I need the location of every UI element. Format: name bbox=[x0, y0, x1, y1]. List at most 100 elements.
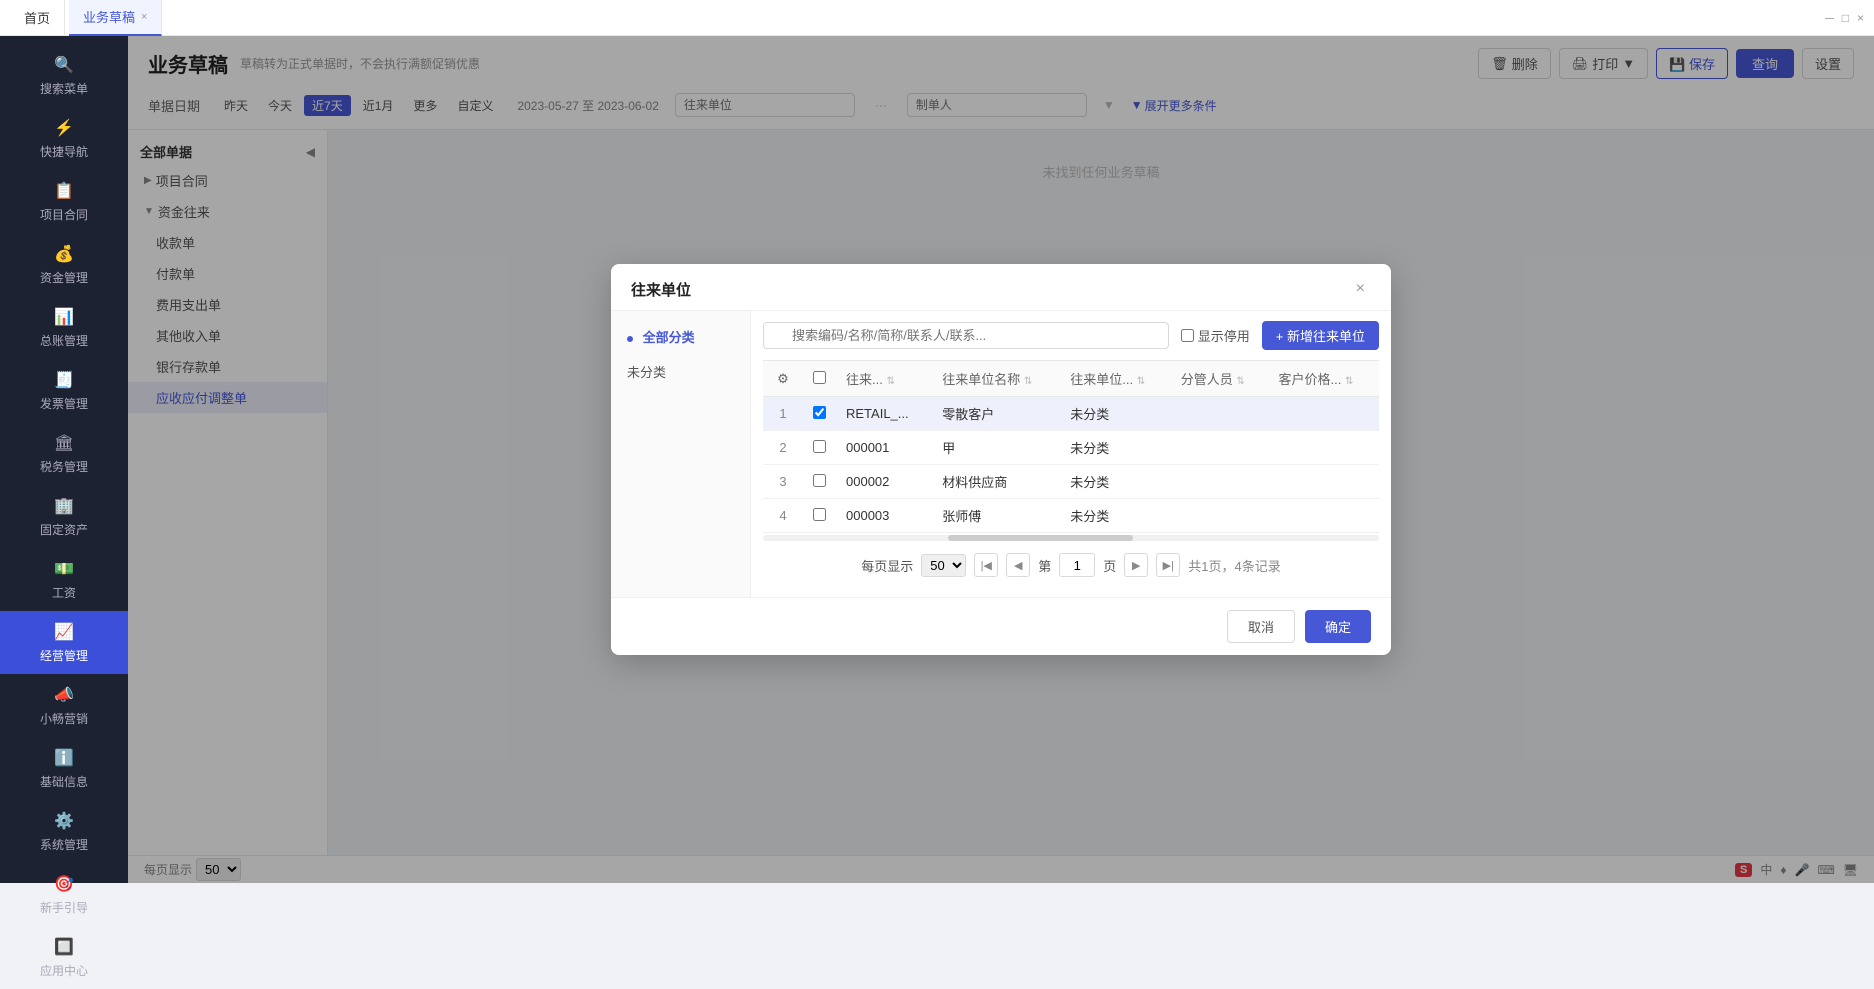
sidebar-label-search: 搜索菜单 bbox=[40, 80, 88, 97]
sidebar-item-quicknav[interactable]: ⚡ 快捷导航 bbox=[0, 107, 128, 170]
horizontal-scrollbar[interactable] bbox=[763, 533, 1379, 543]
invoice-icon: 🧾 bbox=[53, 369, 75, 391]
row-salesman bbox=[1171, 397, 1269, 431]
tab-draft-label: 业务草稿 bbox=[83, 7, 135, 26]
row-name: 零散客户 bbox=[932, 397, 1060, 431]
per-page-select[interactable]: 50 bbox=[921, 554, 966, 577]
sidebar-label-guide: 新手引导 bbox=[40, 899, 88, 916]
show-disabled-toggle[interactable]: 显示停用 bbox=[1181, 326, 1250, 345]
row-price-level bbox=[1269, 465, 1379, 499]
sidebar-item-accounts[interactable]: 📊 总账管理 bbox=[0, 296, 128, 359]
sort-icon-code[interactable]: ⇅ bbox=[886, 376, 894, 387]
maximize-icon[interactable]: □ bbox=[1842, 11, 1849, 25]
table-header-row: ⚙ 往来... ⇅ bbox=[763, 361, 1379, 397]
dialog-body: 全部分类 未分类 🔍 bbox=[611, 311, 1391, 597]
sidebar-label-quicknav: 快捷导航 bbox=[40, 143, 88, 160]
sidebar: 🔍 搜索菜单 ⚡ 快捷导航 📋 项目合同 💰 资金管理 📊 总账管理 🧾 发票管… bbox=[0, 36, 128, 883]
row-checkbox[interactable] bbox=[813, 406, 826, 419]
dialog-category-all[interactable]: 全部分类 bbox=[611, 319, 750, 354]
table-row[interactable]: 4 000003 张师傅 未分类 bbox=[763, 499, 1379, 533]
show-disabled-checkbox[interactable] bbox=[1181, 329, 1194, 342]
th-category: 往来单位... ⇅ bbox=[1060, 361, 1170, 397]
sidebar-label-tax: 税务管理 bbox=[40, 458, 88, 475]
minimize-icon[interactable]: ─ bbox=[1825, 11, 1834, 25]
th-settings[interactable]: ⚙ bbox=[763, 361, 803, 397]
close-window-icon[interactable]: × bbox=[1857, 11, 1864, 25]
tab-home[interactable]: 首页 bbox=[10, 0, 65, 36]
search-icon: 🔍 bbox=[53, 54, 75, 76]
page-next-button[interactable]: ▶ bbox=[1124, 553, 1148, 577]
select-all-checkbox[interactable] bbox=[813, 371, 826, 384]
tab-close-icon[interactable]: × bbox=[141, 11, 147, 23]
sort-icon-category[interactable]: ⇅ bbox=[1137, 376, 1145, 387]
table-row[interactable]: 3 000002 材料供应商 未分类 bbox=[763, 465, 1379, 499]
row-name: 材料供应商 bbox=[932, 465, 1060, 499]
sidebar-label-system: 系统管理 bbox=[40, 836, 88, 853]
sidebar-label-assets: 固定资产 bbox=[40, 521, 88, 538]
sidebar-label-finance: 资金管理 bbox=[40, 269, 88, 286]
sidebar-item-tax[interactable]: 🏛 税务管理 bbox=[0, 422, 128, 485]
row-salesman bbox=[1171, 499, 1269, 533]
basic-icon: ℹ️ bbox=[53, 747, 75, 769]
row-code: 000001 bbox=[836, 431, 932, 465]
dialog-table: ⚙ 往来... ⇅ bbox=[763, 360, 1379, 533]
row-checkbox[interactable] bbox=[813, 474, 826, 487]
page-number-input[interactable] bbox=[1059, 553, 1095, 577]
page-last-button[interactable]: ▶| bbox=[1156, 553, 1180, 577]
tab-draft[interactable]: 业务草稿 × bbox=[69, 0, 162, 36]
row-code: 000002 bbox=[836, 465, 932, 499]
table-row[interactable]: 2 000001 甲 未分类 bbox=[763, 431, 1379, 465]
sidebar-item-system[interactable]: ⚙️ 系统管理 bbox=[0, 800, 128, 863]
row-name: 甲 bbox=[932, 431, 1060, 465]
sidebar-item-finance[interactable]: 💰 资金管理 bbox=[0, 233, 128, 296]
row-category: 未分类 bbox=[1060, 499, 1170, 533]
row-checkbox[interactable] bbox=[813, 440, 826, 453]
dialog-footer: 取消 确定 bbox=[611, 597, 1391, 655]
row-checkbox[interactable] bbox=[813, 508, 826, 521]
sidebar-label-ops: 经营管理 bbox=[40, 647, 88, 664]
row-check[interactable] bbox=[803, 465, 836, 499]
sidebar-item-project[interactable]: 📋 项目合同 bbox=[0, 170, 128, 233]
search-wrap: 🔍 bbox=[763, 322, 1169, 349]
confirm-button[interactable]: 确定 bbox=[1305, 610, 1371, 643]
sidebar-item-appcenter[interactable]: 🔲 应用中心 bbox=[0, 926, 128, 989]
sidebar-item-assets[interactable]: 🏢 固定资产 bbox=[0, 485, 128, 548]
page-first-button[interactable]: |◀ bbox=[974, 553, 998, 577]
dialog-category-uncategorized[interactable]: 未分类 bbox=[611, 354, 750, 389]
row-check[interactable] bbox=[803, 431, 836, 465]
th-check bbox=[803, 361, 836, 397]
th-salesman-label: 分管人员 bbox=[1181, 372, 1233, 387]
sidebar-item-guide[interactable]: 🎯 新手引导 bbox=[0, 863, 128, 926]
sidebar-label-marketing: 小畅营销 bbox=[40, 710, 88, 727]
sidebar-label-appcenter: 应用中心 bbox=[40, 962, 88, 979]
blue-dot-icon bbox=[627, 336, 633, 342]
dialog-pagination: 每页显示 50 |◀ ◀ 第 页 ▶ ▶| 共1页，4条记录 bbox=[763, 543, 1379, 587]
row-num: 4 bbox=[763, 499, 803, 533]
cancel-button[interactable]: 取消 bbox=[1227, 610, 1295, 643]
row-check[interactable] bbox=[803, 499, 836, 533]
sort-icon-name[interactable]: ⇅ bbox=[1024, 376, 1032, 387]
page-total: 共1页，4条记录 bbox=[1188, 556, 1280, 575]
sidebar-item-search[interactable]: 🔍 搜索菜单 bbox=[0, 44, 128, 107]
row-price-level bbox=[1269, 397, 1379, 431]
sidebar-label-invoice: 发票管理 bbox=[40, 395, 88, 412]
table-row[interactable]: 1 RETAIL_... 零散客户 未分类 bbox=[763, 397, 1379, 431]
page-prev-button[interactable]: ◀ bbox=[1006, 553, 1030, 577]
row-num: 1 bbox=[763, 397, 803, 431]
sidebar-item-ops[interactable]: 📈 经营管理 bbox=[0, 611, 128, 674]
sort-icon-salesman[interactable]: ⇅ bbox=[1236, 376, 1244, 387]
scroll-thumb[interactable] bbox=[948, 535, 1133, 541]
show-disabled-label: 显示停用 bbox=[1198, 326, 1250, 345]
sidebar-item-basic[interactable]: ℹ️ 基础信息 bbox=[0, 737, 128, 800]
row-check[interactable] bbox=[803, 397, 836, 431]
sidebar-item-invoice[interactable]: 🧾 发票管理 bbox=[0, 359, 128, 422]
sidebar-item-marketing[interactable]: 📣 小畅营销 bbox=[0, 674, 128, 737]
dialog-search-input[interactable] bbox=[763, 322, 1169, 349]
row-num: 2 bbox=[763, 431, 803, 465]
sidebar-item-salary[interactable]: 💵 工资 bbox=[0, 548, 128, 611]
add-partner-button[interactable]: + 新增往来单位 bbox=[1262, 321, 1379, 350]
row-salesman bbox=[1171, 465, 1269, 499]
sort-icon-price[interactable]: ⇅ bbox=[1345, 376, 1353, 387]
dialog-close-button[interactable]: × bbox=[1350, 278, 1371, 300]
assets-icon: 🏢 bbox=[53, 495, 75, 517]
